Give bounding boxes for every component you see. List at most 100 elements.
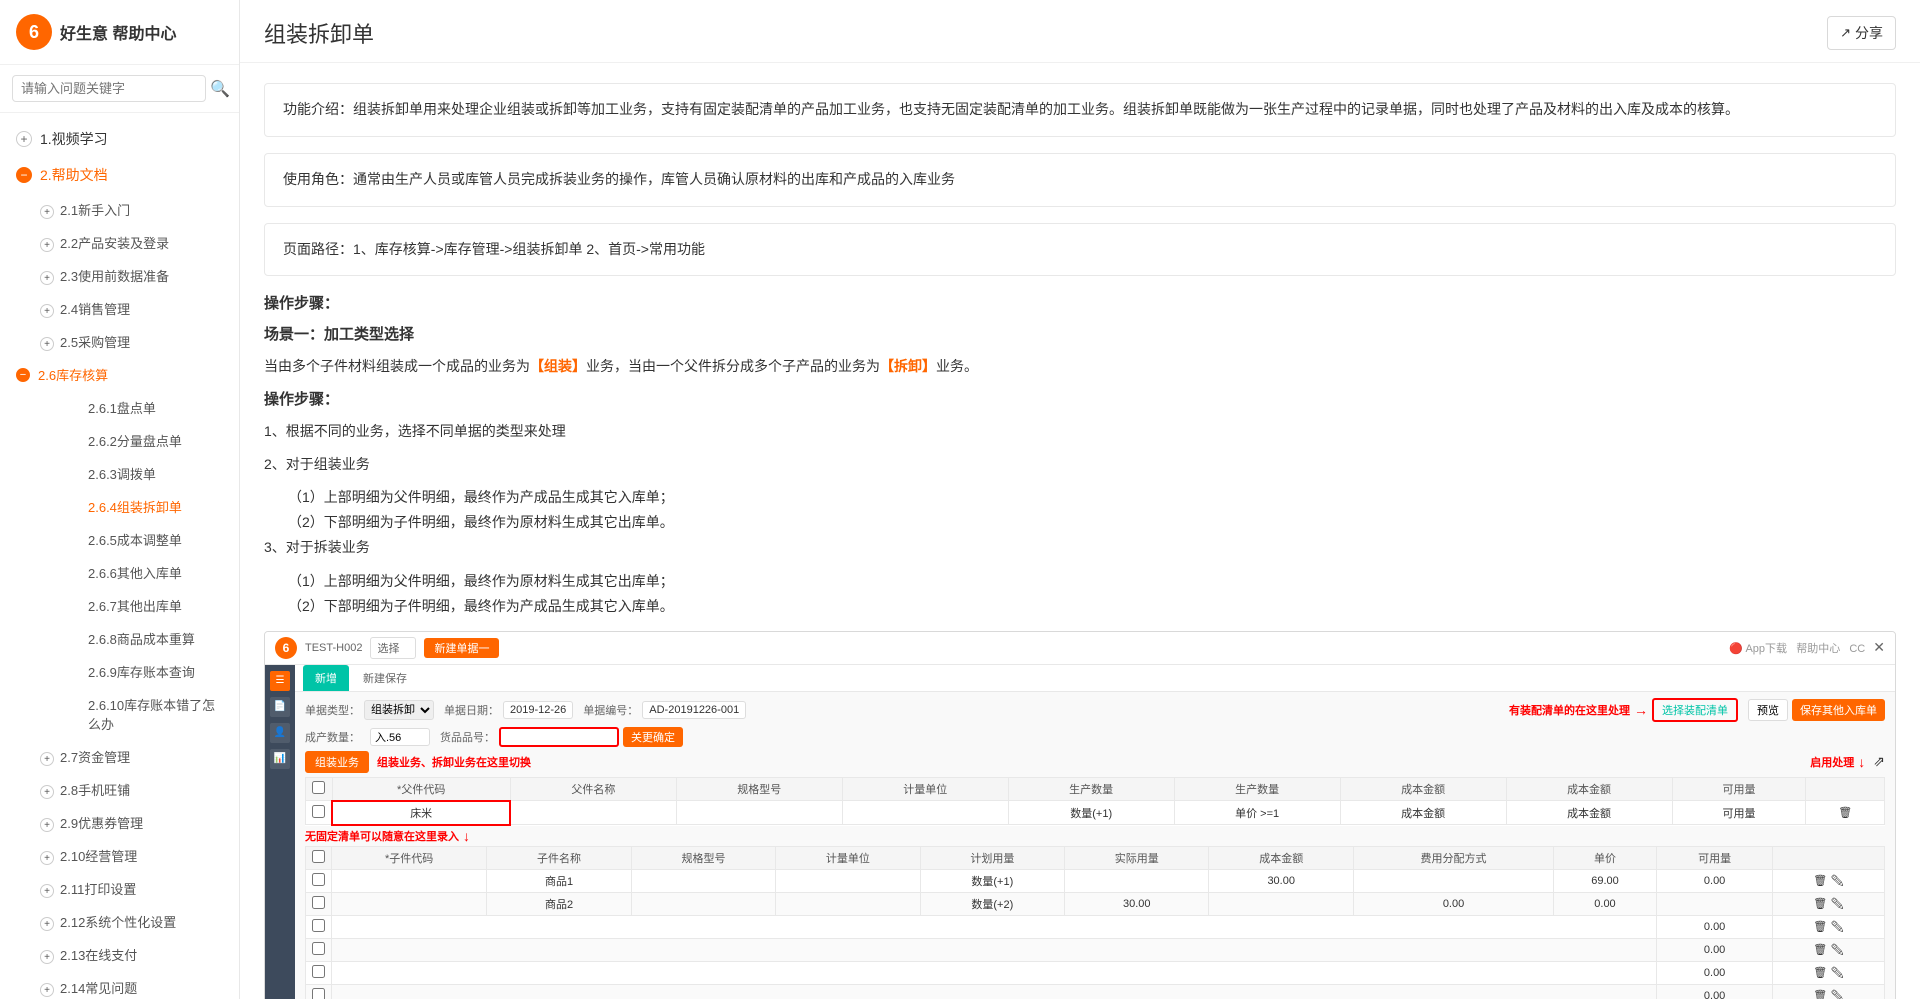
- td2-name-1: 商品1: [487, 869, 631, 892]
- info-text-role: 使用角色：通常由生产人员或库管人员完成拆装业务的操作，库管人员确认原材料的出库和…: [283, 171, 955, 187]
- app-goods-input[interactable]: [499, 727, 619, 747]
- app-date-value[interactable]: 2019-12-26: [503, 701, 573, 719]
- sidebar-item-costadjust[interactable]: 2.6.5成本调整单: [48, 523, 239, 556]
- row-cb2-5[interactable]: [312, 965, 325, 978]
- app-qty-input[interactable]: [370, 728, 430, 746]
- sidebar-item-newbie[interactable]: +2.1新手入门: [0, 193, 239, 226]
- share-button[interactable]: ↗ 分享: [1827, 16, 1896, 50]
- row-cb2-1[interactable]: [312, 873, 325, 886]
- scene-desc: 当由多个子件材料组装成一个成品的业务为【组装】业务，当由一个父件拆分成多个子产品…: [264, 354, 1896, 379]
- th2-plan-qty: 计划用量: [920, 846, 1064, 869]
- td2-avail-2: [1656, 892, 1773, 915]
- app-selector[interactable]: 选择: [370, 637, 416, 659]
- app-switch-btn[interactable]: 组装业务: [305, 751, 369, 773]
- sidebar-item-purchase[interactable]: +2.5采购管理: [0, 325, 239, 358]
- td2-unit-1: [776, 869, 920, 892]
- app-tab-save[interactable]: 新建保存: [351, 665, 419, 691]
- search-input[interactable]: [12, 75, 206, 102]
- sidebar-item-sales[interactable]: +2.4销售管理: [0, 292, 239, 325]
- app-save-btn[interactable]: 保存其他入库单: [1792, 699, 1885, 721]
- sidebar-item-inventory[interactable]: −2.6库存核算: [0, 358, 239, 391]
- info-text-path: 页面路径：1、库存核算->库存管理->组装拆卸单 2、首页->常用功能: [283, 241, 705, 257]
- app-expand-icon[interactable]: ⇗: [1873, 753, 1885, 770]
- app-form-row-1: 单据类型： 组装拆卸 单据日期： 2019-12-26: [305, 698, 1885, 722]
- app-close-btn[interactable]: ✕: [1873, 639, 1885, 656]
- row-cb2-3[interactable]: [312, 919, 325, 932]
- plus-icon-sub: +: [40, 238, 54, 252]
- sidebar-item-transfer[interactable]: 2.6.3调拨单: [48, 457, 239, 490]
- table-row: 0.00 🗑 ✏: [306, 938, 1885, 961]
- sidebar-item-data-prep[interactable]: +2.3使用前数据准备: [0, 259, 239, 292]
- app-nav-icon-1[interactable]: ☰: [270, 671, 290, 691]
- sidebar-item-otheroutstock[interactable]: 2.6.7其他出库单: [48, 589, 239, 622]
- plus-icon-sub: +: [40, 884, 54, 898]
- th-avail: 可用量: [1672, 777, 1806, 801]
- app-new-doc-btn[interactable]: 新建单据一: [424, 638, 499, 658]
- th-op: [1806, 777, 1885, 801]
- app-nav-icon-4[interactable]: 📊: [270, 749, 290, 769]
- td2-op-3: 🗑 ✏: [1773, 915, 1885, 938]
- row-cb[interactable]: [312, 805, 325, 818]
- app-table-child-head: *子件代码 子件名称 规格型号 计量单位 计划用量 实际用量 成本金额 费用分配…: [306, 846, 1885, 869]
- annotation-enable: 启用处理: [1810, 754, 1854, 770]
- sidebar-item-otherinstock[interactable]: 2.6.6其他入库单: [48, 556, 239, 589]
- plus-icon-sub: +: [40, 337, 54, 351]
- collapse-icon: −: [16, 167, 32, 183]
- td2-empty-3: [332, 915, 1657, 938]
- td2-name-2: 商品2: [487, 892, 631, 915]
- table-row: 商品2 数量(+2) 30.00 0.00 0.00: [306, 892, 1885, 915]
- sidebar-item-finance[interactable]: +2.7资金管理: [0, 740, 239, 773]
- sidebar-item-mobile[interactable]: +2.8手机旺铺: [0, 773, 239, 806]
- app-nav-icon-2[interactable]: 📄: [270, 697, 290, 717]
- sidebar-item-payment[interactable]: +2.13在线支付: [0, 938, 239, 971]
- sidebar-item-partialstock[interactable]: 2.6.2分量盘点单: [48, 424, 239, 457]
- sidebar-item-install[interactable]: +2.2产品安装及登录: [0, 226, 239, 259]
- row-cb2-6[interactable]: [312, 988, 325, 999]
- td2-unit-2: [776, 892, 920, 915]
- sidebar-item-stockerror[interactable]: 2.6.10库存账本错了怎么办: [48, 688, 239, 740]
- sidebar-item-costrecalc[interactable]: 2.6.8商品成本重算: [48, 622, 239, 655]
- step-2b: （2）下部明细为子件明细，最终作为原材料生成其它出库单。: [264, 510, 1896, 535]
- sidebar-item-docs[interactable]: − 2.帮助文档: [0, 157, 239, 193]
- app-code-value[interactable]: AD-20191226-001: [642, 701, 746, 719]
- plus-icon-sub: +: [40, 752, 54, 766]
- select-all-cb2[interactable]: [312, 850, 325, 863]
- sidebar-item-stockledger[interactable]: 2.6.9库存账本查询: [48, 655, 239, 688]
- sidebar-item-assembly[interactable]: 2.6.4组装拆卸单: [48, 490, 239, 523]
- sidebar-item-mgmt[interactable]: +2.10经营管理: [0, 839, 239, 872]
- sidebar-item-faq[interactable]: +2.14常见问题: [0, 971, 239, 999]
- plus-icon-sub: +: [40, 851, 54, 865]
- app-goods-label: 货品品号：: [440, 729, 495, 745]
- select-all-cb[interactable]: [312, 781, 325, 794]
- th2-real-qty: 实际用量: [1065, 846, 1209, 869]
- operations-section: 操作步骤： 场景一：加工类型选择 当由多个子件材料组装成一个成品的业务为【组装】…: [264, 292, 1896, 619]
- td2-empty-4: [332, 938, 1657, 961]
- app-bom-select-btn[interactable]: 选择装配清单: [1652, 698, 1738, 722]
- sidebar-item-customize[interactable]: +2.12系统个性化设置: [0, 905, 239, 938]
- td2-plan-2: 数量(+2): [920, 892, 1064, 915]
- td2-real-1: [1065, 869, 1209, 892]
- row-cb2-2[interactable]: [312, 896, 325, 909]
- search-button[interactable]: 🔍: [210, 79, 230, 99]
- sidebar-item-video[interactable]: + 1.视频学习: [0, 121, 239, 157]
- app-confirm-btn[interactable]: 关更确定: [623, 727, 683, 747]
- td-avail: 可用量: [1672, 801, 1806, 825]
- sidebar-item-stocktake[interactable]: 2.6.1盘点单: [48, 391, 239, 424]
- page-body: 功能介绍：组装拆卸单用来处理企业组装或拆卸等加工业务，支持有固定装配清单的产品加…: [240, 63, 1920, 999]
- td2-alloc-1: [1353, 869, 1553, 892]
- nav-sub-inventory: 2.6.1盘点单 2.6.2分量盘点单 2.6.3调拨单 2.6.4组装拆卸单 …: [0, 391, 239, 740]
- share-icon: ↗: [1840, 25, 1851, 41]
- app-qty-label: 成产数量：: [305, 729, 360, 745]
- td2-plan-1: 数量(+1): [920, 869, 1064, 892]
- app-type-label: 单据类型：: [305, 702, 360, 718]
- app-tab-new[interactable]: 新增: [303, 665, 349, 691]
- app-screenshot-wrapper: 6 TEST-H002 选择 新建单据一 🔴 App下载 帮助中心 CC ✕ ☰…: [264, 631, 1896, 999]
- sidebar-item-label: 2.帮助文档: [40, 165, 108, 185]
- app-type-select[interactable]: 组装拆卸: [364, 700, 434, 720]
- app-nav-icon-3[interactable]: 👤: [270, 723, 290, 743]
- app-preview-btn[interactable]: 预览: [1748, 699, 1788, 721]
- sidebar-item-print[interactable]: +2.11打印设置: [0, 872, 239, 905]
- row-cb2-4[interactable]: [312, 942, 325, 955]
- sidebar-item-coupon[interactable]: +2.9优惠券管理: [0, 806, 239, 839]
- th-unit: 计量单位: [842, 777, 1008, 801]
